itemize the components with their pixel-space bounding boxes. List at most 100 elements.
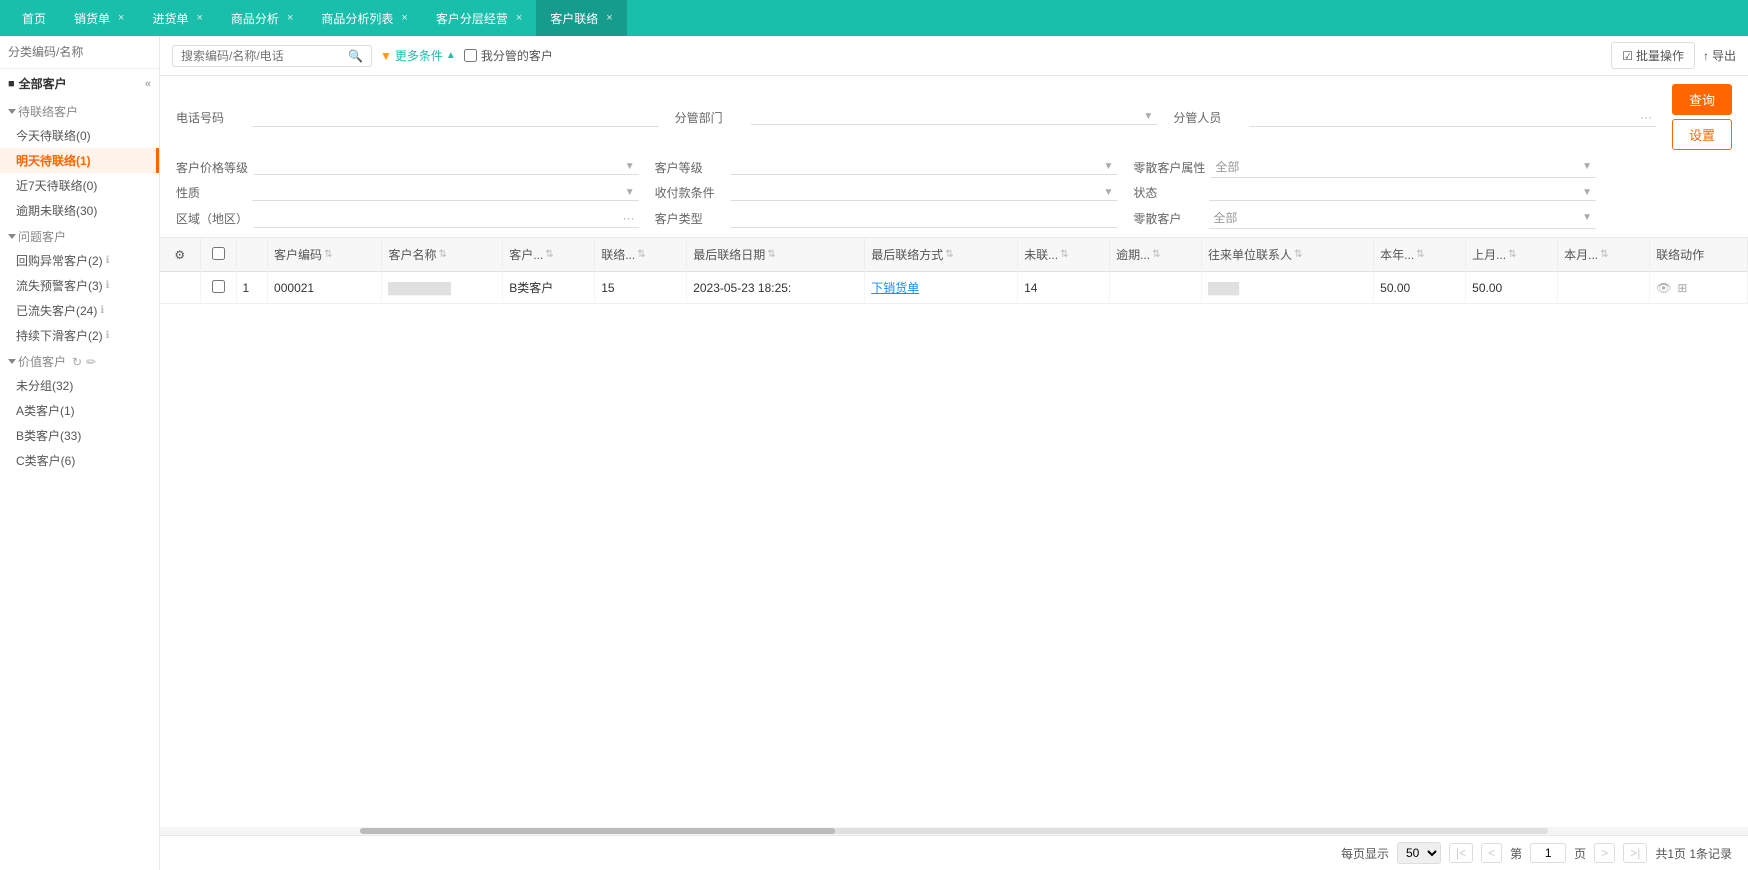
last-page-button[interactable]: >| (1623, 843, 1647, 863)
scrollbar-thumb[interactable] (360, 828, 835, 834)
th-overdue[interactable]: 逾期... ⇅ (1110, 238, 1202, 272)
page-number-input[interactable] (1530, 843, 1566, 863)
export-button[interactable]: ↑ 导出 (1703, 47, 1736, 64)
nav-customer-contact[interactable]: 客户联络 × (536, 0, 626, 36)
nav-close-goods-analysis-list[interactable]: × (401, 12, 407, 24)
filter-retail-customer-select[interactable]: 全部 ▼ (1209, 207, 1596, 229)
filter-retail-attr-select[interactable]: 全部 ▼ (1211, 156, 1596, 178)
th-this-year[interactable]: 本年... ⇅ (1374, 238, 1466, 272)
th-name[interactable]: 客户名称 ⇅ (382, 238, 503, 272)
more-conditions-button[interactable]: ▼ 更多条件 ▲ (380, 47, 456, 64)
nav-close-sales[interactable]: × (118, 12, 124, 24)
sidebar-item-declining[interactable]: 持续下滑客户(2) ℹ (0, 323, 159, 348)
filter-phone-input[interactable] (252, 108, 659, 127)
action-eye-icon[interactable]: 👁 (1656, 281, 1671, 295)
page-size-select[interactable]: 50 (1397, 842, 1441, 864)
sidebar-group-pending[interactable]: 待联络客户 (0, 98, 159, 123)
last-method-link[interactable]: 下销货单 (871, 281, 919, 295)
filter-price-level-label: 客户价格等级 (176, 159, 248, 176)
th-last-month[interactable]: 上月... ⇅ (1466, 238, 1558, 272)
first-page-button[interactable]: |< (1449, 843, 1473, 863)
filter-payment-select[interactable]: ▼ (731, 185, 1118, 201)
filter-search-input[interactable] (181, 49, 344, 63)
caret-down-icon-nature: ▼ (625, 187, 635, 198)
filter-customer-type-input[interactable] (731, 209, 1118, 228)
prev-page-button[interactable]: < (1481, 843, 1502, 863)
nav-customer-segment[interactable]: 客户分层经营 × (422, 0, 536, 36)
sidebar-item-overdue[interactable]: 逾期未联络(30) (0, 198, 159, 223)
nav-goods-analysis[interactable]: 商品分析 × (217, 0, 307, 36)
sidebar-item-class-c[interactable]: C类客户(6) (0, 448, 159, 473)
nav-close-customer-contact[interactable]: × (606, 12, 612, 24)
query-button[interactable]: 查询 (1672, 84, 1732, 115)
next-page-button[interactable]: > (1594, 843, 1615, 863)
collapse-icon[interactable]: « (145, 78, 151, 90)
caret-down-icon-dept: ▼ (1143, 111, 1153, 122)
action-grid-icon[interactable]: ⊞ (1677, 281, 1687, 295)
nav-close-purchase[interactable]: × (196, 12, 202, 24)
page-suffix: 页 (1574, 845, 1586, 862)
filter-retail-customer-label: 零散客户 (1133, 210, 1203, 227)
td-contact: 15 (595, 272, 687, 304)
batch-action-button[interactable]: ☑ 批量操作 (1611, 42, 1695, 69)
page-size-label: 每页显示 (1341, 845, 1389, 862)
filter-customer-level-select[interactable]: ▼ (731, 159, 1118, 175)
sidebar-item-class-b[interactable]: B类客户(33) (0, 423, 159, 448)
filter-status-select[interactable]: ▼ (1209, 185, 1596, 201)
filter-price-level-select[interactable]: ▼ (254, 159, 639, 175)
sidebar-item-churn-warn[interactable]: 流失预警客户(3) ℹ (0, 273, 159, 298)
page-label: 第 (1510, 845, 1522, 862)
th-last-method[interactable]: 最后联络方式 ⇅ (865, 238, 1018, 272)
th-settings[interactable]: ⚙ (160, 238, 200, 272)
sidebar-item-ungroup[interactable]: 未分组(32) (0, 373, 159, 398)
sidebar-item-today[interactable]: 今天待联络(0) (0, 123, 159, 148)
set-button[interactable]: 设置 (1672, 119, 1732, 150)
nav-close-goods-analysis[interactable]: × (287, 12, 293, 24)
filter-payment-label: 收付款条件 (655, 184, 725, 201)
th-contacts[interactable]: 往来单位联系人 ⇅ (1202, 238, 1374, 272)
scrollbar-area[interactable] (160, 827, 1748, 835)
triangle-down-icon-3 (8, 359, 16, 364)
th-contact[interactable]: 联络... ⇅ (595, 238, 687, 272)
nav-purchase[interactable]: 进货单 × (138, 0, 216, 36)
filter-price-level-field: 客户价格等级 ▼ (176, 159, 639, 176)
sidebar-all-customers[interactable]: ■ 全部客户 « (0, 69, 159, 98)
my-customers-checkbox[interactable] (464, 49, 477, 62)
filter-search-icon[interactable]: 🔍 (348, 49, 363, 63)
settings-icon[interactable]: ⚙ (174, 248, 185, 262)
table-row: 1 000021 ████████ B类客户 15 2023-05-23 18:… (160, 272, 1748, 304)
row-checkbox[interactable] (212, 280, 225, 293)
filter-region-dots[interactable]: ··· (623, 211, 635, 225)
sidebar-item-class-a[interactable]: A类客户(1) (0, 398, 159, 423)
filter-manager-dots[interactable]: ··· (1640, 110, 1652, 124)
export-icon: ↑ (1703, 49, 1709, 63)
nav-close-customer-segment[interactable]: × (516, 12, 522, 24)
nav-sales[interactable]: 销货单 × (60, 0, 138, 36)
filter-dept-select[interactable]: ▼ (751, 109, 1158, 125)
sidebar-search-input[interactable] (8, 45, 160, 59)
nav-home[interactable]: 首页 (8, 0, 60, 36)
sidebar-group-problem[interactable]: 问题客户 (0, 223, 159, 248)
sidebar-group-value[interactable]: 价值客户 ↻ ✏ (0, 348, 159, 373)
filter-nature-label: 性质 (176, 184, 246, 201)
filter-nature-select[interactable]: ▼ (252, 185, 639, 201)
th-unlinkd[interactable]: 未联... ⇅ (1018, 238, 1110, 272)
my-customers-checkbox-label[interactable]: 我分管的客户 (464, 47, 553, 64)
filter-status-field: 状态 ▼ (1133, 184, 1596, 201)
sidebar-item-week[interactable]: 近7天待联络(0) (0, 173, 159, 198)
nav-goods-analysis-list[interactable]: 商品分析列表 × (307, 0, 421, 36)
sort-icon-overdue: ⇅ (1152, 249, 1160, 260)
filter-region-label: 区域（地区） (176, 210, 248, 227)
th-code[interactable]: 客户编码 ⇅ (268, 238, 382, 272)
content-area: 🔍 ▼ 更多条件 ▲ 我分管的客户 ☑ 批量操作 ↑ 导出 (160, 36, 1748, 870)
select-all-checkbox[interactable] (212, 247, 225, 260)
th-last-date[interactable]: 最后联络日期 ⇅ (687, 238, 865, 272)
sidebar-item-churned[interactable]: 已流失客户(24) ℹ (0, 298, 159, 323)
th-this-month[interactable]: 本月... ⇅ (1558, 238, 1650, 272)
filter-phone-label: 电话号码 (176, 109, 246, 126)
sidebar-item-tomorrow[interactable]: 明天待联络(1) (0, 148, 159, 173)
td-action: 👁 ⊞ (1650, 272, 1748, 304)
sidebar-item-abnormal[interactable]: 回购异常客户(2) ℹ (0, 248, 159, 273)
info-icon-churned: ℹ (100, 305, 104, 316)
th-type[interactable]: 客户... ⇅ (503, 238, 595, 272)
